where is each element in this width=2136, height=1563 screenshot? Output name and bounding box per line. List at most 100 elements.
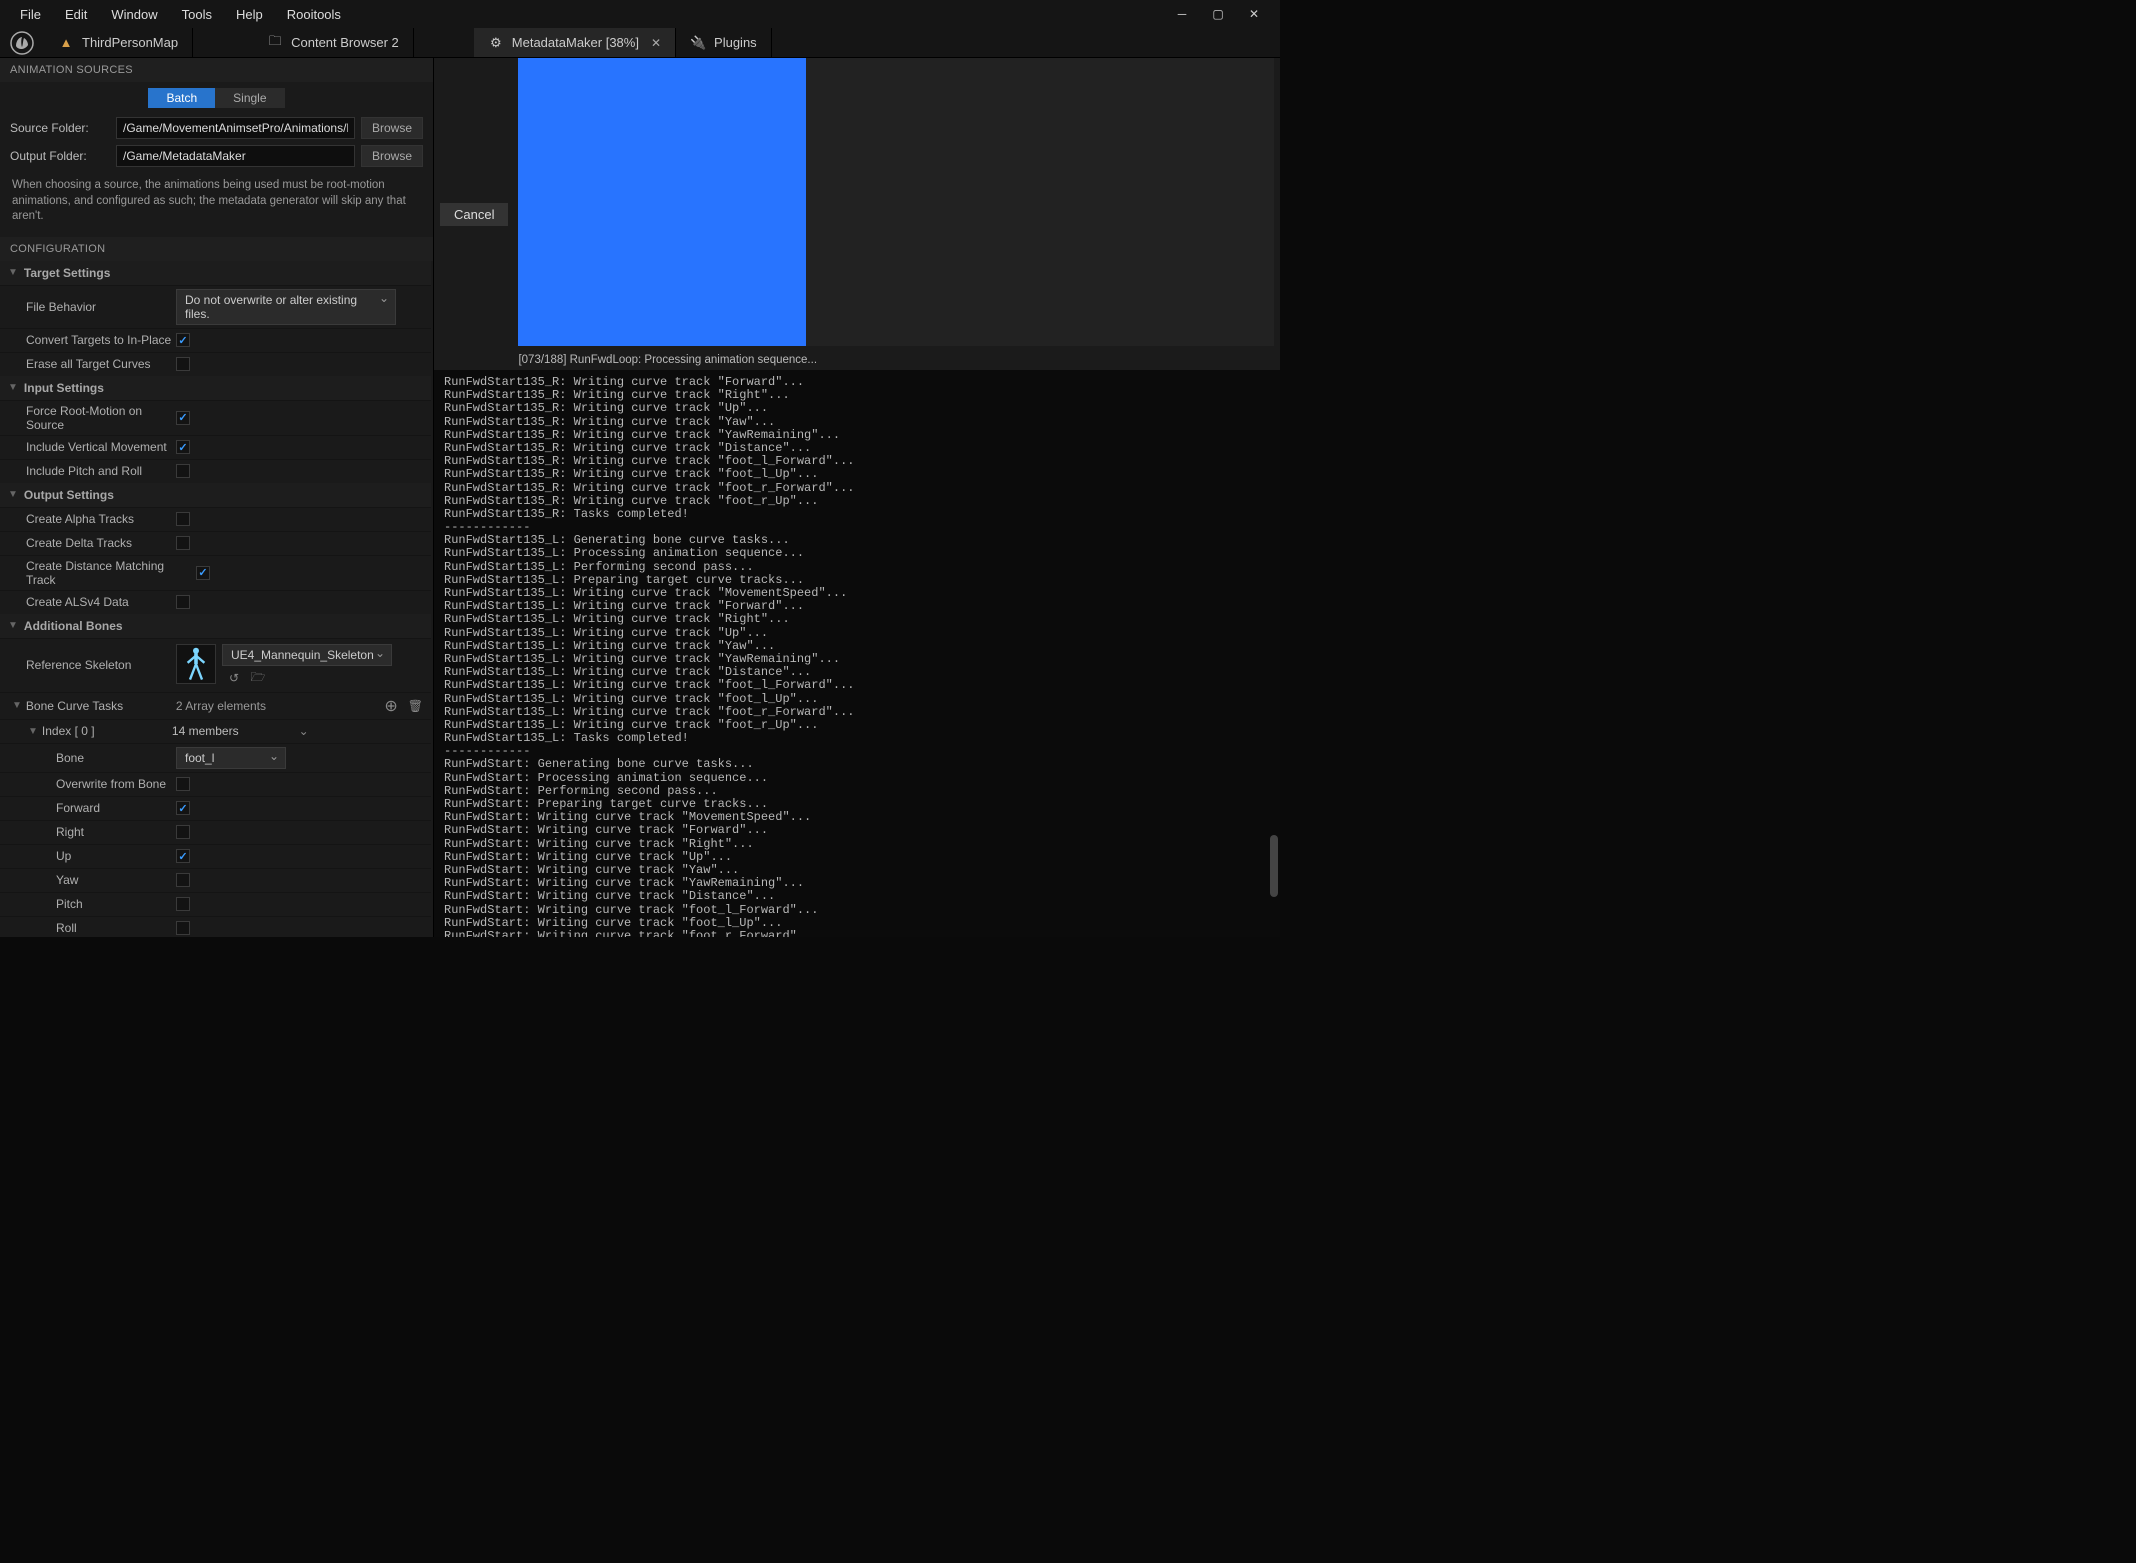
cat-additional-bones[interactable]: ▼Additional Bones	[0, 614, 431, 638]
seg-batch-button[interactable]: Batch	[148, 88, 215, 108]
cat-output-settings[interactable]: ▼Output Settings	[0, 483, 431, 507]
create-delta-checkbox[interactable]	[176, 536, 190, 550]
prop-roll-label: Roll	[56, 921, 176, 935]
cat-input-settings[interactable]: ▼Input Settings	[0, 376, 431, 400]
file-behavior-dropdown[interactable]: Do not overwrite or alter existing files…	[176, 289, 396, 325]
section-configuration: CONFIGURATION	[0, 237, 433, 261]
bone-dropdown[interactable]: foot_l	[176, 747, 286, 769]
prop-index-0[interactable]: ▼ Index [ 0 ] 14 members⌄	[0, 719, 431, 743]
tool-icon: ⚙	[488, 35, 504, 51]
tab-label: Plugins	[714, 35, 757, 50]
tab-close-icon[interactable]: ✕	[651, 36, 661, 50]
chevron-down-icon: ▼	[8, 382, 18, 393]
reset-icon[interactable]: ↺	[226, 670, 242, 686]
chevron-down-icon: ▼	[8, 489, 18, 500]
prop-erase-curves-label: Erase all Target Curves	[26, 357, 176, 371]
add-element-icon[interactable]: ⊕	[384, 696, 397, 716]
menu-file[interactable]: File	[8, 0, 53, 28]
prop-bone-curve-tasks[interactable]: ▼ Bone Curve Tasks 2 Array elements ⊕ 🗑	[0, 692, 431, 719]
prop-convert-targets-label: Convert Targets to In-Place	[26, 333, 176, 347]
output-folder-input[interactable]	[116, 145, 355, 167]
menu-bar: File Edit Window Tools Help Rooitools ─ …	[0, 0, 1280, 28]
unreal-logo-icon	[0, 28, 44, 57]
hint-text: When choosing a source, the animations b…	[0, 170, 433, 237]
section-animation-sources: ANIMATION SOURCES	[0, 58, 433, 82]
progress-bar	[518, 58, 1274, 346]
pitch-checkbox[interactable]	[176, 897, 190, 911]
tab-label: ThirdPersonMap	[82, 35, 178, 50]
ref-skel-dropdown[interactable]: UE4_Mannequin_Skeleton	[222, 644, 392, 666]
seg-single-button[interactable]: Single	[215, 88, 284, 108]
include-vert-checkbox[interactable]	[176, 440, 190, 454]
up-checkbox[interactable]	[176, 849, 190, 863]
config-body: ▼Target Settings File BehaviorDo not ove…	[0, 261, 433, 937]
tab-label: Content Browser 2	[291, 35, 399, 50]
prop-overwrite-label: Overwrite from Bone	[56, 777, 176, 791]
output-browse-button[interactable]: Browse	[361, 145, 423, 167]
overwrite-checkbox[interactable]	[176, 777, 190, 791]
create-alpha-checkbox[interactable]	[176, 512, 190, 526]
prop-create-dist-label: Create Distance Matching Track	[26, 559, 196, 587]
progress-fill	[518, 58, 805, 346]
output-folder-label: Output Folder:	[10, 149, 110, 163]
tab-thirdpersonmap[interactable]: ▲ ThirdPersonMap	[44, 28, 193, 57]
chevron-down-icon: ▼	[12, 700, 22, 711]
tab-contentbrowser[interactable]: 🗀 Content Browser 2	[253, 28, 414, 57]
chevron-down-icon: ▼	[8, 620, 18, 631]
create-als-checkbox[interactable]	[176, 595, 190, 609]
plug-icon: 🔌	[690, 35, 706, 51]
menu-tools[interactable]: Tools	[170, 0, 224, 28]
menu-edit[interactable]: Edit	[53, 0, 99, 28]
window-maximize-button[interactable]: ▢	[1200, 0, 1236, 28]
chevron-down-icon: ▼	[28, 726, 38, 737]
erase-curves-checkbox[interactable]	[176, 357, 190, 371]
prop-ref-skel-label: Reference Skeleton	[26, 658, 176, 672]
prop-pitch-label: Pitch	[56, 897, 176, 911]
chevron-down-icon[interactable]: ⌄	[299, 724, 309, 738]
right-panel: Cancel [073/188] RunFwdLoop: Processing …	[434, 58, 1280, 937]
convert-targets-checkbox[interactable]	[176, 333, 190, 347]
tab-row: ▲ ThirdPersonMap 🗀 Content Browser 2 ⚙ M…	[0, 28, 1280, 58]
prop-file-behavior-label: File Behavior	[26, 300, 176, 314]
cat-target-settings[interactable]: ▼Target Settings	[0, 261, 431, 285]
folder-icon: 🗀	[267, 35, 283, 51]
menu-rooitools[interactable]: Rooitools	[275, 0, 353, 28]
prop-bone-label: Bone	[56, 751, 176, 765]
tab-plugins[interactable]: 🔌 Plugins	[676, 28, 772, 57]
progress-row: Cancel [073/188] RunFwdLoop: Processing …	[434, 58, 1280, 370]
tab-label: MetadataMaker [38%]	[512, 35, 639, 50]
cancel-button[interactable]: Cancel	[440, 203, 508, 226]
tab-metadatamaker[interactable]: ⚙ MetadataMaker [38%] ✕	[474, 28, 676, 57]
window-minimize-button[interactable]: ─	[1164, 0, 1200, 28]
progress-status: [073/188] RunFwdLoop: Processing animati…	[518, 354, 1274, 366]
prop-create-als-label: Create ALSv4 Data	[26, 595, 176, 609]
left-panel: ANIMATION SOURCES Batch Single Source Fo…	[0, 58, 434, 937]
prop-force-root-label: Force Root-Motion on Source	[26, 404, 176, 432]
map-icon: ▲	[58, 35, 74, 51]
prop-up-label: Up	[56, 849, 176, 863]
prop-yaw-label: Yaw	[56, 873, 176, 887]
force-root-checkbox[interactable]	[176, 411, 190, 425]
roll-checkbox[interactable]	[176, 921, 190, 935]
chevron-down-icon: ▼	[8, 267, 18, 278]
window-close-button[interactable]: ✕	[1236, 0, 1272, 28]
include-pitch-checkbox[interactable]	[176, 464, 190, 478]
scrollbar-thumb[interactable]	[1270, 835, 1278, 897]
forward-checkbox[interactable]	[176, 801, 190, 815]
browse-asset-icon[interactable]: 🗁	[250, 670, 266, 686]
source-browse-button[interactable]: Browse	[361, 117, 423, 139]
right-checkbox[interactable]	[176, 825, 190, 839]
menu-window[interactable]: Window	[99, 0, 169, 28]
skeleton-thumb-icon[interactable]	[176, 644, 216, 684]
log-output[interactable]: RunFwdStart135_R: Writing curve track "F…	[434, 370, 1280, 937]
source-folder-input[interactable]	[116, 117, 355, 139]
prop-forward-label: Forward	[56, 801, 176, 815]
prop-create-delta-label: Create Delta Tracks	[26, 536, 176, 550]
source-folder-label: Source Folder:	[10, 121, 110, 135]
yaw-checkbox[interactable]	[176, 873, 190, 887]
create-dist-checkbox[interactable]	[196, 566, 210, 580]
prop-create-alpha-label: Create Alpha Tracks	[26, 512, 176, 526]
menu-help[interactable]: Help	[224, 0, 275, 28]
prop-include-pitch-label: Include Pitch and Roll	[26, 464, 176, 478]
clear-array-icon[interactable]: 🗑	[408, 699, 423, 713]
